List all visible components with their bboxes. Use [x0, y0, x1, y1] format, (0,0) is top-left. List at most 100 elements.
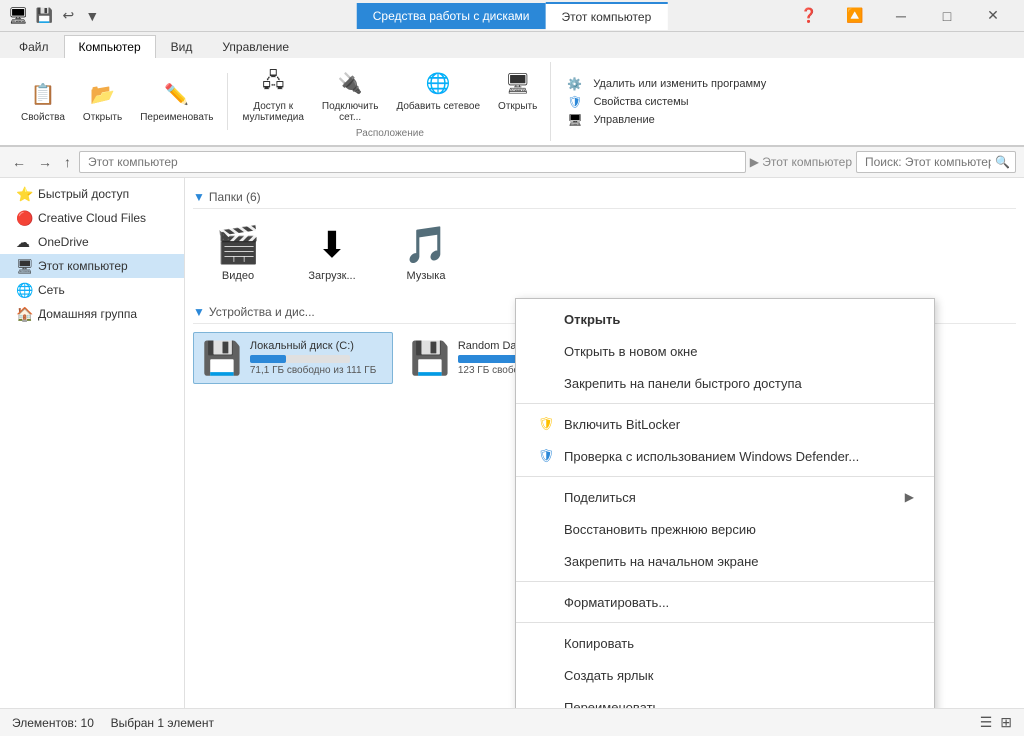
add-network-icon: 🌐	[422, 67, 454, 99]
close-button[interactable]: ✕	[970, 0, 1016, 32]
ctx-separator-4	[516, 622, 934, 623]
ribbon-manage-btn[interactable]: Управление	[587, 112, 662, 128]
qa-dropdown-btn[interactable]: ▼	[82, 6, 102, 26]
title-bar: 🖥 💾 ↩ ▼ Средства работы с дисками Этот к…	[0, 0, 1024, 32]
ribbon-network-access-btn[interactable]: 🖧 Доступ кмультимедиа	[236, 64, 311, 126]
maximize-button[interactable]: □	[924, 0, 970, 32]
ctx-open-icon	[536, 309, 556, 329]
system-buttons: ⚙️ Удалить или изменить программу 🛡 Свой…	[559, 74, 781, 130]
quick-access-icon: ⭐	[16, 186, 32, 202]
sidebar-item-this-pc[interactable]: 🖥 Этот компьютер	[0, 254, 184, 278]
network-icon: 🌐	[16, 282, 32, 298]
ribbon: Файл Компьютер Вид Управление 📋 Свойства…	[0, 32, 1024, 147]
defender-icon: 🛡	[536, 446, 556, 466]
ribbon-tab-disks[interactable]: Средства работы с дисками	[357, 3, 546, 29]
ribbon-content: 📋 Свойства 📂 Открыть ✏️ Переименовать 🖧	[0, 58, 1024, 146]
ribbon-open2-btn[interactable]: 🖥 Открыть	[491, 64, 544, 115]
manage-icon: 🖥	[567, 113, 582, 127]
up-button[interactable]: ↑	[60, 152, 75, 172]
address-input[interactable]	[79, 151, 746, 173]
ctx-bitlocker[interactable]: 🛡 Включить BitLocker	[516, 408, 934, 440]
ctx-restore-prev[interactable]: Восстановить прежнюю версию	[516, 513, 934, 545]
ribbon-add-network-btn[interactable]: 🌐 Добавить сетевое	[389, 64, 487, 115]
ctx-create-shortcut[interactable]: Создать ярлык	[516, 659, 934, 691]
onedrive-icon: ☁	[16, 234, 32, 250]
sidebar-item-onedrive[interactable]: ☁ OneDrive	[0, 230, 184, 254]
search-input[interactable]	[856, 151, 1016, 173]
ribbon-open-btn[interactable]: 📂 Открыть	[76, 75, 129, 126]
title-bar-center: Средства работы с дисками Этот компьютер	[357, 2, 668, 30]
main-layout: ⭐ Быстрый доступ 🔴 Creative Cloud Files …	[0, 178, 1024, 708]
ctx-share[interactable]: Поделиться ▶	[516, 481, 934, 513]
gear-icon: ⚙️	[567, 77, 582, 91]
ribbon-main-buttons: 📋 Свойства 📂 Открыть ✏️ Переименовать	[14, 75, 221, 126]
back-button[interactable]: ←	[8, 152, 30, 172]
ctx-open-new-window[interactable]: Открыть в новом окне	[516, 335, 934, 367]
ctx-separator-2	[516, 476, 934, 477]
ribbon-tab-file[interactable]: Файл	[4, 35, 64, 58]
properties-icon: 📋	[27, 78, 59, 110]
sidebar: ⭐ Быстрый доступ 🔴 Creative Cloud Files …	[0, 178, 185, 708]
ctx-pin-icon	[536, 373, 556, 393]
qa-save-btn[interactable]: 💾	[34, 6, 54, 26]
ctx-pin-start[interactable]: Закрепить на начальном экране	[516, 545, 934, 577]
ctx-format[interactable]: Форматировать...	[516, 586, 934, 618]
ribbon-tabs: Файл Компьютер Вид Управление	[0, 32, 1024, 58]
ribbon-properties-btn[interactable]: 📋 Свойства	[14, 75, 72, 126]
app-icon: 🖥	[8, 6, 28, 26]
ctx-open[interactable]: Открыть	[516, 303, 934, 335]
window-controls: ❓ 🔼 ─ □ ✕	[786, 0, 1016, 32]
status-bar: Элементов: 10 Выбран 1 элемент ☰ ⊞	[0, 708, 1024, 736]
ctx-pin-quick-access[interactable]: Закрепить на панели быстрого доступа	[516, 367, 934, 399]
status-right: ☰ ⊞	[980, 714, 1012, 731]
details-view-button[interactable]: ☰	[980, 714, 993, 731]
ribbon-uninstall-btn[interactable]: Удалить или изменить программу	[586, 76, 773, 92]
sidebar-item-quick-access[interactable]: ⭐ Быстрый доступ	[0, 182, 184, 206]
sidebar-item-creative-cloud[interactable]: 🔴 Creative Cloud Files	[0, 206, 184, 230]
ctx-defender[interactable]: 🛡 Проверка с использованием Windows Defe…	[516, 440, 934, 472]
ctx-share-icon	[536, 487, 556, 507]
ctx-separator-3	[516, 581, 934, 582]
share-arrow-icon: ▶	[905, 490, 914, 504]
help-button[interactable]: ❓	[786, 0, 832, 32]
qa-undo-btn[interactable]: ↩	[58, 6, 78, 26]
ribbon-connect-btn[interactable]: 🔌 Подключитьсет...	[315, 64, 386, 126]
ribbon-location-buttons: 🖧 Доступ кмультимедиа 🔌 Подключитьсет...…	[236, 64, 545, 126]
rename-icon: ✏️	[161, 78, 193, 110]
ctx-new-window-icon	[536, 341, 556, 361]
collapse-ribbon-button[interactable]: 🔼	[832, 0, 878, 32]
ribbon-tab-view[interactable]: Вид	[156, 35, 208, 58]
context-menu: Открыть Открыть в новом окне Закрепить н…	[515, 298, 935, 708]
title-tab-computer[interactable]: Этот компьютер	[546, 2, 668, 30]
ribbon-system-props-btn[interactable]: Свойства системы	[587, 94, 696, 110]
this-pc-icon: 🖥	[16, 258, 32, 274]
ctx-copy[interactable]: Копировать	[516, 627, 934, 659]
ribbon-tab-manage[interactable]: Управление	[207, 35, 304, 58]
creative-cloud-icon: 🔴	[16, 210, 32, 226]
large-icons-view-button[interactable]: ⊞	[1000, 714, 1012, 731]
minimize-button[interactable]: ─	[878, 0, 924, 32]
ctx-rename[interactable]: Переименовать	[516, 691, 934, 708]
forward-button[interactable]: →	[34, 152, 56, 172]
ctx-start-pin-icon	[536, 551, 556, 571]
address-bar: ← → ↑ ▶ Этот компьютер 🔍	[0, 147, 1024, 178]
open-icon: 📂	[87, 78, 119, 110]
ribbon-tab-computer[interactable]: Компьютер	[64, 35, 156, 58]
shield-icon: 🛡	[567, 95, 582, 109]
sidebar-item-homegroup[interactable]: 🏠 Домашняя группа	[0, 302, 184, 326]
network-icon: 🖧	[257, 67, 289, 99]
content-area: ▼ Папки (6) 🎬 Видео ⬇ Загрузк... 🎵 Музык…	[185, 178, 1024, 708]
search-wrap: 🔍	[856, 151, 1016, 173]
connect-icon: 🔌	[334, 67, 366, 99]
sidebar-item-network[interactable]: 🌐 Сеть	[0, 278, 184, 302]
bitlocker-icon: 🛡	[536, 414, 556, 434]
context-menu-overlay[interactable]: Открыть Открыть в новом окне Закрепить н…	[185, 178, 1024, 708]
location-label: Расположение	[356, 128, 424, 139]
ribbon-group-main: 📋 Свойства 📂 Открыть ✏️ Переименовать	[8, 73, 228, 130]
status-elements: Элементов: 10 Выбран 1 элемент	[12, 716, 214, 730]
ribbon-group-system: ⚙️ Удалить или изменить программу 🛡 Свой…	[553, 72, 787, 132]
ribbon-rename-btn[interactable]: ✏️ Переименовать	[133, 75, 220, 126]
ctx-rename-icon	[536, 697, 556, 708]
ribbon-group-location: 🖧 Доступ кмультимедиа 🔌 Подключитьсет...…	[230, 62, 552, 141]
ctx-shortcut-icon	[536, 665, 556, 685]
